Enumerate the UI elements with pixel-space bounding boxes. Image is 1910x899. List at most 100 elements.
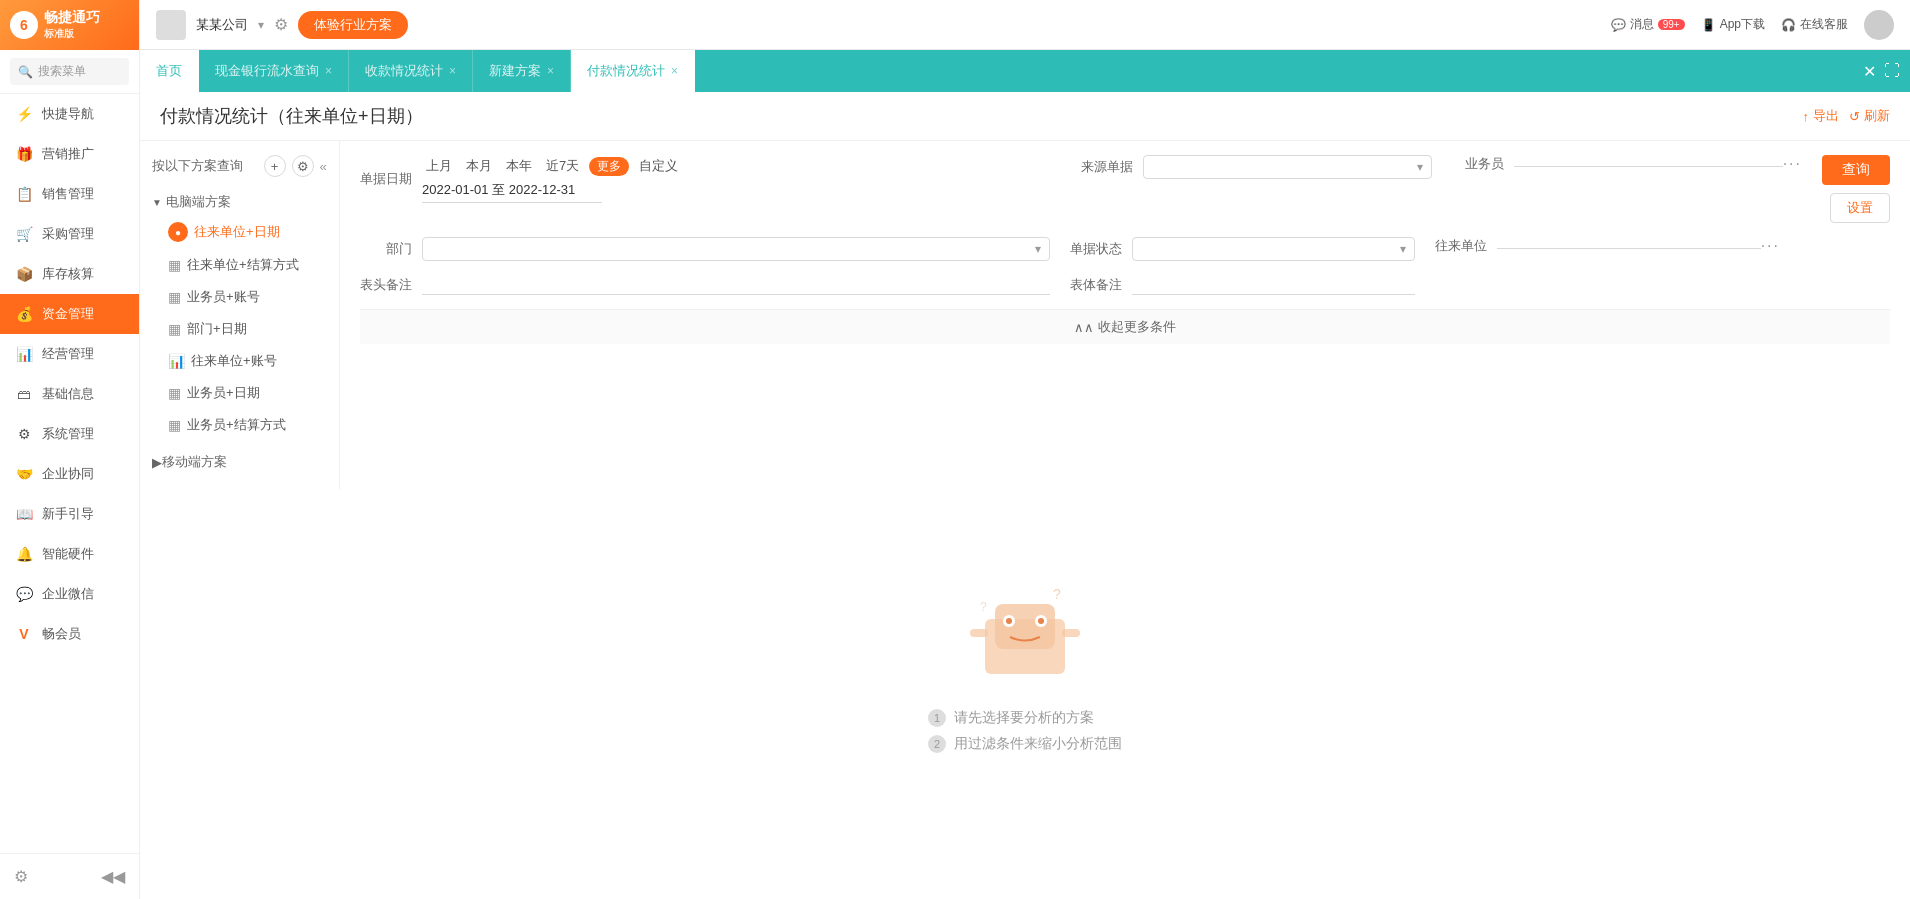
scheme-item-partner-settlement[interactable]: ▦ 往来单位+结算方式: [140, 249, 339, 281]
collapse-up-icon: ∧∧: [1074, 320, 1094, 335]
scheme-pc-group-title[interactable]: ▼ 电脑端方案: [140, 189, 339, 215]
sidebar-item-label: 智能硬件: [42, 545, 94, 563]
chart-icon: 📊: [168, 353, 185, 369]
date-range-display[interactable]: 2022-01-01 至 2022-12-31: [422, 181, 602, 203]
department-select[interactable]: ▾: [422, 237, 1050, 261]
sidebar-item-wechat[interactable]: 💬 企业微信: [0, 574, 139, 614]
export-button[interactable]: ↑ 导出: [1803, 107, 1840, 125]
scheme-item-partner-account[interactable]: 📊 往来单位+账号: [140, 345, 339, 377]
message-button[interactable]: 💬 消息 99+: [1611, 16, 1685, 33]
partner-input-wrap: [1497, 244, 1761, 249]
scheme-item-dept-date[interactable]: ▦ 部门+日期: [140, 313, 339, 345]
sidebar-item-marketing[interactable]: 🎁 营销推广: [0, 134, 139, 174]
sales-icon: 📋: [14, 184, 34, 204]
sidebar-header: 6 畅捷通巧 标准版: [0, 0, 139, 50]
scheme-settings-button[interactable]: ⚙: [292, 155, 314, 177]
doc-status-select[interactable]: ▾: [1132, 237, 1415, 261]
date-this-month-btn[interactable]: 本月: [462, 155, 496, 177]
scheme-mobile-group-title[interactable]: ▶ 移动端方案: [140, 449, 339, 475]
date-filter-wrap: 上月 本月 本年 近7天 更多 自定义 2022-01-01 至 2022-12…: [422, 155, 1061, 203]
sidebar-item-system[interactable]: ⚙ 系统管理: [0, 414, 139, 454]
member-icon: V: [14, 624, 34, 644]
hardware-icon: 🔔: [14, 544, 34, 564]
date-custom-btn[interactable]: 自定义: [635, 155, 682, 177]
refresh-button[interactable]: ↺ 刷新: [1849, 107, 1890, 125]
scheme-item-salesperson-settlement[interactable]: ▦ 业务员+结算方式: [140, 409, 339, 441]
scheme-add-button[interactable]: +: [264, 155, 286, 177]
scheme-item-label: 业务员+日期: [187, 384, 260, 402]
scheme-panel-title: 按以下方案查询: [152, 157, 243, 175]
body-note-input[interactable]: [1132, 275, 1415, 290]
message-label: 消息: [1630, 16, 1654, 33]
sidebar-footer-settings-btn[interactable]: ⚙: [14, 867, 28, 886]
refresh-label: 刷新: [1864, 107, 1890, 125]
collapse-more-area: ∧∧ 收起更多条件: [360, 309, 1890, 344]
query-button[interactable]: 查询: [1822, 155, 1890, 185]
salesperson-more-btn[interactable]: ···: [1783, 155, 1802, 173]
date-more-btn[interactable]: 更多: [589, 157, 629, 176]
salesperson-input-wrap: [1514, 162, 1783, 167]
sidebar-item-sales[interactable]: 📋 销售管理: [0, 174, 139, 214]
scheme-collapse-button[interactable]: «: [320, 155, 327, 177]
tab-cash-query-close[interactable]: ×: [325, 64, 332, 78]
tab-payment-stats-close[interactable]: ×: [671, 64, 678, 78]
date-last-month-btn[interactable]: 上月: [422, 155, 456, 177]
marketing-icon: 🎁: [14, 144, 34, 164]
partner-more-btn[interactable]: ···: [1761, 237, 1780, 255]
header-note-input[interactable]: [422, 275, 1050, 290]
source-select[interactable]: ▾: [1143, 155, 1432, 179]
trial-button[interactable]: 体验行业方案: [298, 11, 408, 39]
sidebar-item-hardware[interactable]: 🔔 智能硬件: [0, 534, 139, 574]
search-menu-label: 搜索菜单: [38, 63, 86, 80]
svg-text:?: ?: [980, 600, 987, 614]
tab-close-all-button[interactable]: ✕: [1863, 62, 1876, 81]
tab-home[interactable]: 首页: [140, 50, 199, 92]
export-icon: ↑: [1803, 109, 1810, 124]
scheme-item-salesperson-date[interactable]: ▦ 业务员+日期: [140, 377, 339, 409]
sidebar-item-operations[interactable]: 📊 经营管理: [0, 334, 139, 374]
app-version: 标准版: [44, 27, 100, 41]
date-last7-btn[interactable]: 近7天: [542, 155, 583, 177]
company-dropdown-icon[interactable]: ▾: [258, 18, 264, 32]
tab-receipt-stats-close[interactable]: ×: [449, 64, 456, 78]
app-download-button[interactable]: 📱 App下载: [1701, 16, 1765, 33]
sidebar-item-quick-nav[interactable]: ⚡ 快捷导航: [0, 94, 139, 134]
filter-settings-button[interactable]: 设置: [1830, 193, 1890, 223]
user-avatar[interactable]: [1864, 10, 1894, 40]
online-service-button[interactable]: 🎧 在线客服: [1781, 16, 1848, 33]
app-download-label: App下载: [1720, 16, 1765, 33]
sidebar-item-label: 库存核算: [42, 265, 94, 283]
tabbar: 首页 现金银行流水查询 × 收款情况统计 × 新建方案 × 付款情况统计 × ✕…: [140, 50, 1910, 92]
sidebar-item-inventory[interactable]: 📦 库存核算: [0, 254, 139, 294]
tab-fullscreen-button[interactable]: ⛶: [1884, 62, 1900, 80]
table-icon: ▦: [168, 289, 181, 305]
tab-payment-stats[interactable]: 付款情况统计 ×: [571, 50, 695, 92]
finance-icon: 💰: [14, 304, 34, 324]
source-dropdown-icon: ▾: [1417, 160, 1423, 174]
sidebar-item-purchase[interactable]: 🛒 采购管理: [0, 214, 139, 254]
date-this-year-btn[interactable]: 本年: [502, 155, 536, 177]
main-area: 某某公司 ▾ ⚙ 体验行业方案 💬 消息 99+ 📱 App下载 🎧 在线客服: [140, 0, 1910, 899]
sidebar-item-member[interactable]: V 畅会员: [0, 614, 139, 654]
sidebar-item-collab[interactable]: 🤝 企业协同: [0, 454, 139, 494]
tab-new-scheme-close[interactable]: ×: [547, 64, 554, 78]
source-label: 来源单据: [1081, 158, 1133, 176]
tab-new-scheme[interactable]: 新建方案 ×: [473, 50, 571, 92]
sidebar-item-basic-info[interactable]: 🗃 基础信息: [0, 374, 139, 414]
date-filter-label: 单据日期: [360, 170, 412, 188]
sidebar-item-label: 采购管理: [42, 225, 94, 243]
filter-row-3: 表头备注 表体备注: [360, 275, 1890, 295]
scheme-pc-label: 电脑端方案: [166, 193, 231, 211]
search-menu-button[interactable]: 🔍 搜索菜单: [10, 58, 129, 85]
topbar-gear-icon[interactable]: ⚙: [274, 15, 288, 34]
sidebar-item-finance[interactable]: 💰 资金管理: [0, 294, 139, 334]
topbar-left: 某某公司 ▾ ⚙ 体验行业方案: [156, 10, 408, 40]
salesperson-label: 业务员: [1452, 155, 1504, 173]
scheme-item-salesperson-account[interactable]: ▦ 业务员+账号: [140, 281, 339, 313]
sidebar-item-guide[interactable]: 📖 新手引导: [0, 494, 139, 534]
sidebar-collapse-btn[interactable]: ◀◀: [101, 867, 125, 886]
collapse-more-button[interactable]: ∧∧ 收起更多条件: [1074, 318, 1176, 336]
tab-cash-query[interactable]: 现金银行流水查询 ×: [199, 50, 349, 92]
scheme-item-partner-date[interactable]: ● 往来单位+日期: [140, 215, 339, 249]
tab-receipt-stats[interactable]: 收款情况统计 ×: [349, 50, 473, 92]
